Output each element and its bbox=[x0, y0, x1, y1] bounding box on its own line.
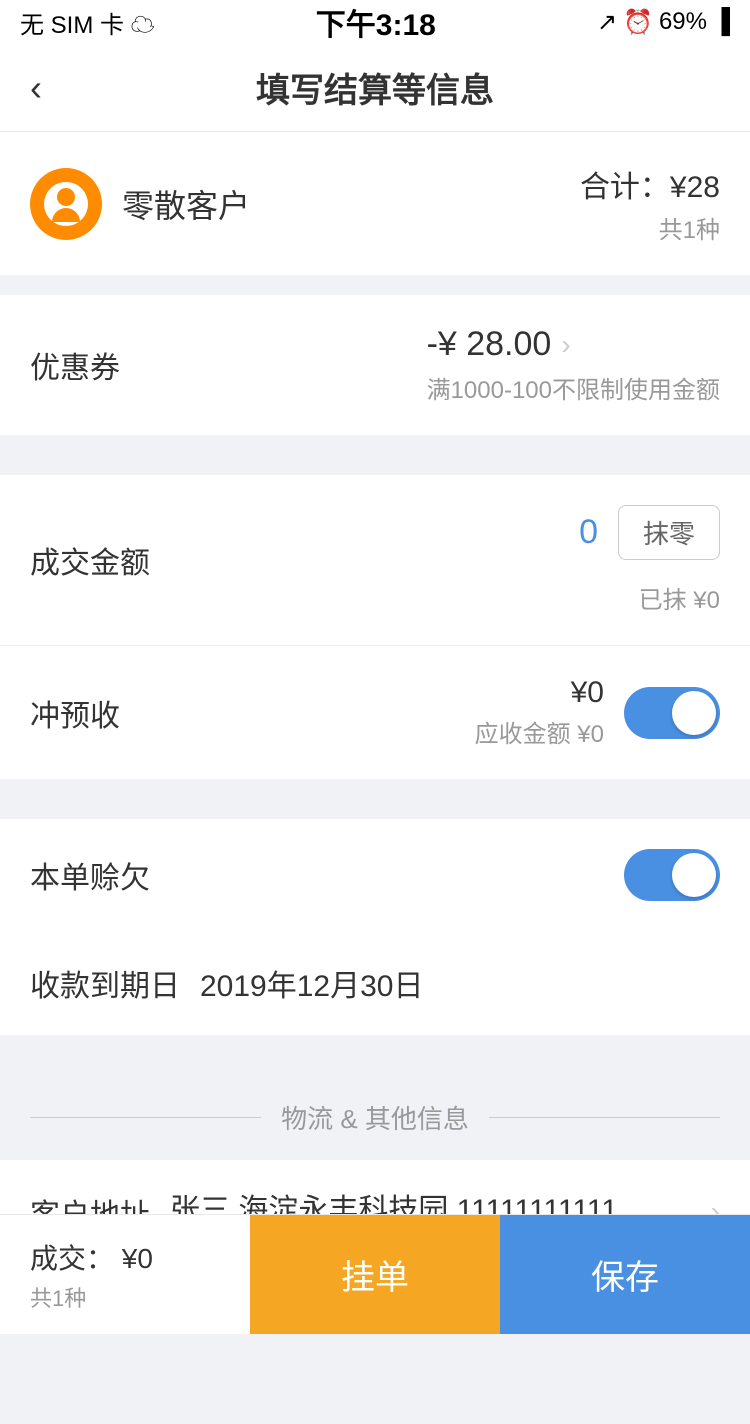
transaction-right: 0 抹零 已抹 ¥0 bbox=[579, 505, 720, 615]
footer-deal-row: 成交： ¥0 bbox=[30, 1237, 220, 1277]
due-date-value: 2019年12月30日 bbox=[200, 961, 423, 1005]
coupon-right: -¥ 28.00 › 满1000-100不限制使用金额 bbox=[427, 325, 720, 405]
flush-row: 冲预收 ¥0 应收金额 ¥0 bbox=[0, 646, 750, 779]
page-title: 填写结算等信息 bbox=[90, 63, 660, 112]
flush-sub: 应收金额 ¥0 bbox=[475, 714, 604, 749]
chevron-right-icon: › bbox=[561, 329, 570, 361]
avatar bbox=[30, 168, 102, 240]
arrears-block: 本单赊欠 收款到期日 2019年12月30日 bbox=[0, 819, 750, 1035]
arrears-label: 本单赊欠 bbox=[30, 853, 150, 897]
logistics-line-left bbox=[30, 1117, 261, 1118]
section-divider-2 bbox=[0, 799, 750, 819]
round-sub-text: 已抹 ¥0 bbox=[639, 580, 720, 615]
total-count: 共1种 bbox=[580, 210, 720, 245]
customer-name: 零散客户 bbox=[122, 181, 250, 227]
location-icon: ↗ bbox=[597, 8, 617, 37]
footer-count: 共1种 bbox=[30, 1281, 220, 1313]
coupon-label: 优惠券 bbox=[30, 343, 120, 387]
transaction-value: 0 bbox=[579, 513, 598, 552]
amount-row: 0 抹零 bbox=[579, 505, 720, 560]
customer-left: 零散客户 bbox=[30, 168, 250, 240]
status-left: 无 SIM 卡 ☁ bbox=[20, 5, 155, 40]
footer: 成交： ¥0 共1种 挂单 保存 bbox=[0, 1214, 750, 1334]
section-divider-3 bbox=[0, 1055, 750, 1075]
section-divider-1 bbox=[0, 455, 750, 475]
transaction-amount-row: 成交金额 0 抹零 已抹 ¥0 bbox=[0, 475, 750, 646]
status-time: 下午3:18 bbox=[316, 0, 436, 44]
transaction-label: 成交金额 bbox=[30, 538, 150, 582]
flush-label: 冲预收 bbox=[30, 691, 120, 735]
coupon-section[interactable]: 优惠券 -¥ 28.00 › 满1000-100不限制使用金额 bbox=[0, 295, 750, 435]
flush-main: ¥0 bbox=[475, 676, 604, 710]
flush-amounts: ¥0 应收金额 ¥0 bbox=[475, 676, 604, 749]
save-button[interactable]: 保存 bbox=[500, 1215, 750, 1334]
status-right: ↗ ⏰ 69% ▐ bbox=[597, 8, 730, 37]
flush-toggle[interactable] bbox=[624, 687, 720, 739]
total-amount: 合计：¥28 bbox=[580, 162, 720, 206]
footer-deal-amount: ¥0 bbox=[122, 1243, 153, 1274]
battery-icon: ▐ bbox=[713, 8, 730, 36]
battery-text: 69% bbox=[659, 8, 707, 36]
hang-button[interactable]: 挂单 bbox=[250, 1215, 500, 1334]
transaction-block: 成交金额 0 抹零 已抹 ¥0 冲预收 ¥0 应收金额 ¥0 bbox=[0, 475, 750, 779]
coupon-amount-row: -¥ 28.00 › bbox=[427, 325, 720, 364]
arrears-toggle[interactable] bbox=[624, 849, 720, 901]
coupon-desc: 满1000-100不限制使用金额 bbox=[427, 370, 720, 405]
coupon-amount: -¥ 28.00 bbox=[427, 325, 552, 364]
flush-right: ¥0 应收金额 ¥0 bbox=[475, 676, 720, 749]
customer-section: 零散客户 合计：¥28 共1种 bbox=[0, 132, 750, 275]
due-date-label: 收款到期日 bbox=[30, 961, 180, 1005]
back-button[interactable]: ‹ bbox=[30, 67, 90, 109]
customer-summary: 合计：¥28 共1种 bbox=[580, 162, 720, 245]
arrears-row: 本单赊欠 bbox=[0, 819, 750, 931]
nav-bar: ‹ 填写结算等信息 bbox=[0, 44, 750, 132]
logistics-header: 物流 & 其他信息 bbox=[0, 1075, 750, 1160]
alarm-icon: ⏰ bbox=[623, 8, 653, 37]
logistics-label: 物流 & 其他信息 bbox=[281, 1099, 469, 1136]
due-date-row: 收款到期日 2019年12月30日 bbox=[0, 931, 750, 1035]
footer-info: 成交： ¥0 共1种 bbox=[0, 1237, 250, 1313]
logistics-line-right bbox=[489, 1117, 720, 1118]
round-zero-button[interactable]: 抹零 bbox=[618, 505, 720, 560]
avatar-icon bbox=[44, 182, 88, 226]
footer-deal-label: 成交： bbox=[30, 1243, 114, 1274]
sim-status: 无 SIM 卡 ☁ bbox=[20, 5, 155, 40]
status-bar: 无 SIM 卡 ☁ 下午3:18 ↗ ⏰ 69% ▐ bbox=[0, 0, 750, 44]
